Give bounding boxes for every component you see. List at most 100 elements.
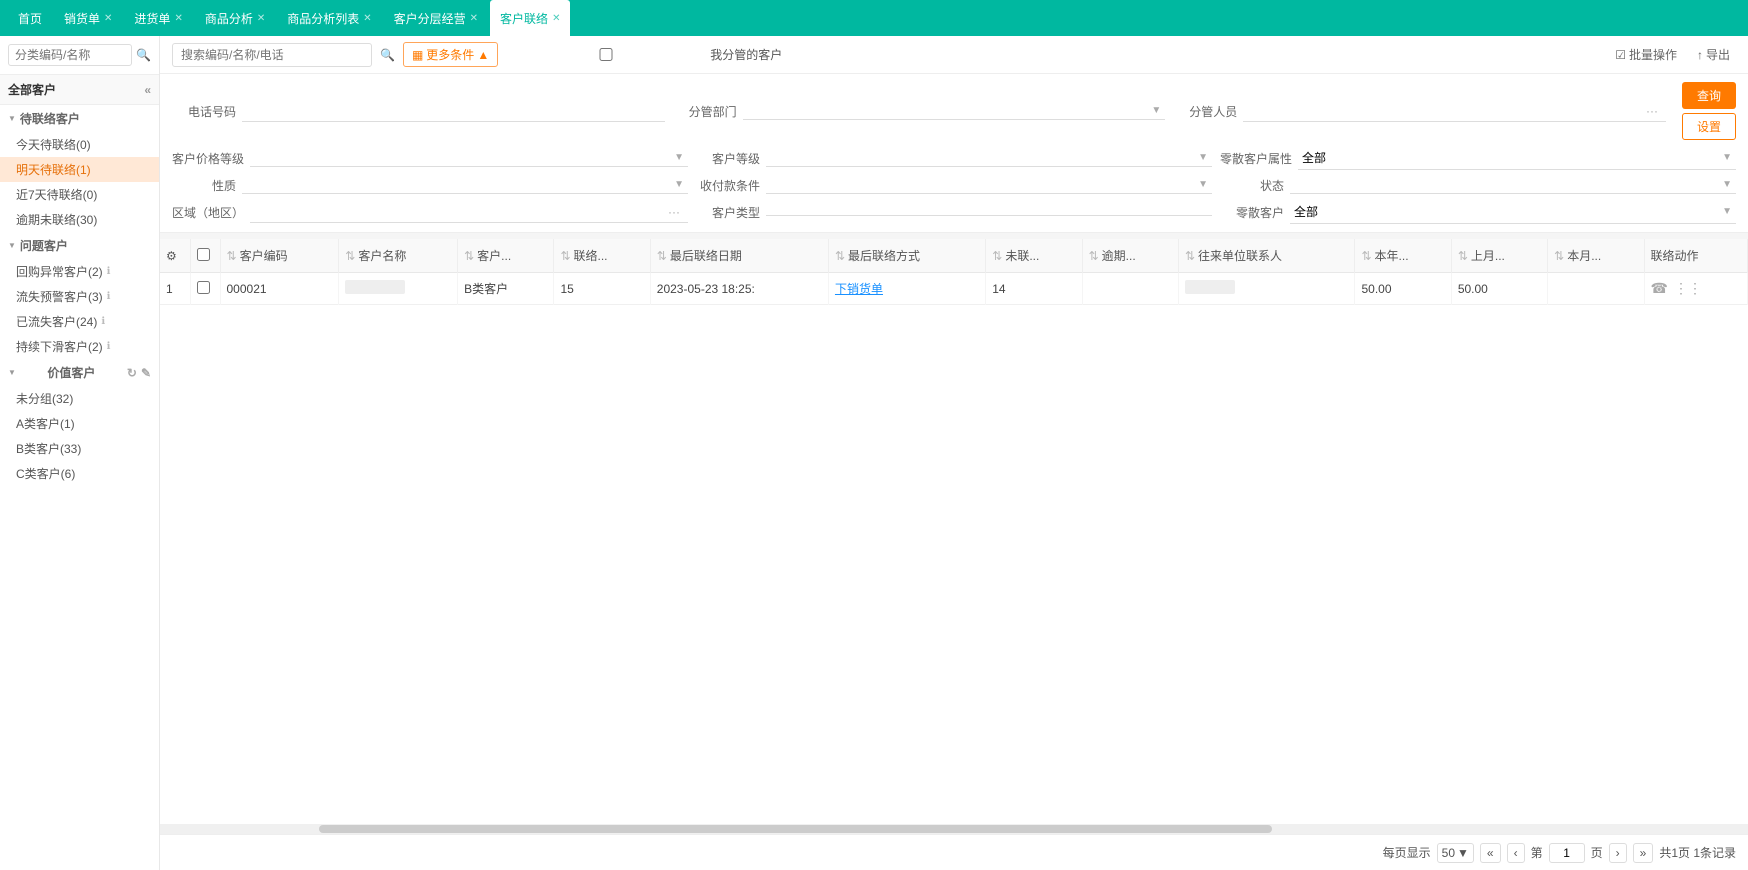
nav-item-customer-tier-label: 客户分层经营 (394, 10, 466, 27)
export-button[interactable]: ↑ 导出 (1691, 43, 1736, 66)
page-size-select[interactable]: 50 ▼ (1437, 843, 1474, 863)
nav-item-analysis-list-label: 商品分析列表 (287, 10, 359, 27)
sidebar-group-value: 价值客户 ↻ ✎ (0, 359, 159, 386)
nav-item-analysis-close[interactable]: ✕ (257, 13, 265, 24)
sidebar-item-today[interactable]: 今天待联络(0) (0, 132, 159, 157)
filter-price-level-label: 客户价格等级 (172, 150, 250, 167)
select-all-checkbox[interactable] (197, 248, 210, 261)
page-size-arrow: ▼ (1457, 846, 1469, 860)
filter-phone-input[interactable] (242, 101, 665, 122)
col-unit-contact: ⇅往来单位联系人 (1178, 239, 1355, 273)
help-icon-repurchase: ℹ (107, 266, 111, 277)
filter-customer-type: 客户类型 (696, 204, 1212, 221)
scrollbar-thumb[interactable] (319, 825, 1272, 833)
help-icon-churned: ℹ (101, 316, 105, 327)
nav-item-sales[interactable]: 销货单 ✕ (54, 0, 122, 36)
row-customer-name (339, 273, 458, 305)
search-button[interactable]: 🔍 (380, 48, 395, 62)
settings-cog-icon: ⚙ (166, 249, 177, 263)
sidebar-item-7days[interactable]: 近7天待联络(0) (0, 182, 159, 207)
sidebar-search-input[interactable] (8, 44, 132, 66)
filter-customer-type-label: 客户类型 (696, 204, 766, 221)
nav-item-customer-contact-label: 客户联络 (500, 10, 548, 27)
filter-status-select[interactable]: ▼ (1290, 176, 1736, 194)
nav-item-analysis-label: 商品分析 (205, 10, 253, 27)
query-button[interactable]: 查询 (1682, 82, 1736, 109)
filter-dept-label: 分管部门 (673, 103, 743, 120)
sidebar-search-icon[interactable]: 🔍 (136, 48, 151, 62)
row-last-contact-method[interactable]: 下销货单 (828, 273, 985, 305)
sort-icon: ⇅ (227, 249, 237, 263)
filter-customer-level-select[interactable]: ▼ (766, 149, 1212, 167)
nav-item-customer-tier[interactable]: 客户分层经营 ✕ (384, 0, 488, 36)
col-contact-count: ⇅联络... (554, 239, 650, 273)
sidebar-item-churned[interactable]: 已流失客户(24) ℹ (0, 309, 159, 334)
sidebar-item-class-c[interactable]: C类客户(6) (0, 461, 159, 486)
filter-row-4: 区域（地区） ··· 客户类型 零散客户 全部 ▼ (172, 200, 1736, 224)
sidebar-item-declining[interactable]: 持续下滑客户(2) ℹ (0, 334, 159, 359)
unit-contact-blur (1185, 280, 1235, 294)
row-more-icon[interactable]: ⋮⋮ (1674, 280, 1702, 297)
filter-retail-attr-select[interactable]: 全部 ▼ (1298, 146, 1736, 170)
filter-price-level-select[interactable]: ▼ (250, 149, 688, 167)
sidebar-item-repurchase-abnormal[interactable]: 回购异常客户(2) ℹ (0, 259, 159, 284)
filter-region-select[interactable]: ··· (250, 202, 688, 223)
last-contact-method-link[interactable]: 下销货单 (835, 282, 883, 296)
value-refresh-icon[interactable]: ↻ (127, 366, 137, 380)
filter-phone: 电话号码 (172, 101, 665, 122)
filter-retail-customer-select[interactable]: 全部 ▼ (1290, 200, 1736, 224)
row-action-buttons: ☎ ⋮⋮ (1651, 280, 1742, 297)
nav-item-analysis[interactable]: 商品分析 ✕ (195, 0, 275, 36)
last-page-button[interactable]: » (1633, 843, 1654, 863)
nav-item-customer-tier-close[interactable]: ✕ (470, 13, 478, 24)
col-checkbox[interactable] (190, 239, 220, 273)
sidebar-item-churn-warning[interactable]: 流失预警客户(3) ℹ (0, 284, 159, 309)
filter-payment-select[interactable]: ▼ (766, 176, 1212, 194)
value-edit-icon[interactable]: ✎ (141, 366, 151, 380)
manager-ellipsis[interactable]: ··· (1642, 104, 1662, 118)
nav-item-purchase[interactable]: 进货单 ✕ (124, 0, 192, 36)
sidebar-item-tomorrow[interactable]: 明天待联络(1) (0, 157, 159, 182)
more-filters-button[interactable]: ▦ 更多条件 ▲ (403, 42, 498, 67)
page-size-value: 50 (1442, 846, 1455, 860)
batch-action-label: 批量操作 (1629, 46, 1677, 63)
settings-button[interactable]: 设置 (1682, 113, 1736, 140)
sidebar-collapse-icon[interactable]: « (144, 83, 151, 97)
row-actions: ☎ ⋮⋮ (1644, 273, 1748, 305)
sidebar-item-class-b[interactable]: B类客户(33) (0, 436, 159, 461)
nav-item-customer-contact-close[interactable]: ✕ (552, 13, 560, 24)
nav-item-purchase-close[interactable]: ✕ (174, 13, 182, 24)
row-last-contact-date: 2023-05-23 18:25: (650, 273, 828, 305)
row-checkbox[interactable] (190, 273, 220, 305)
search-input[interactable] (172, 43, 372, 67)
col-this-year: ⇅本年... (1355, 239, 1451, 273)
next-page-button[interactable]: › (1609, 843, 1627, 863)
nav-item-sales-close[interactable]: ✕ (104, 13, 112, 24)
top-actions: ☑ 批量操作 ↑ 导出 (1609, 43, 1736, 66)
horizontal-scrollbar[interactable] (160, 824, 1748, 834)
col-settings[interactable]: ⚙ (160, 239, 190, 273)
sidebar-item-class-a[interactable]: A类客户(1) (0, 411, 159, 436)
row-contact-icon[interactable]: ☎ (1651, 280, 1668, 297)
page-number-input[interactable] (1549, 843, 1585, 863)
my-customers-checkbox-area[interactable]: 我分管的客户 (506, 46, 782, 63)
my-customers-checkbox[interactable] (506, 48, 706, 61)
filter-dept-select[interactable]: ▼ (743, 102, 1166, 120)
filter-nature-select[interactable]: ▼ (242, 176, 688, 194)
first-page-button[interactable]: « (1480, 843, 1501, 863)
batch-action-button[interactable]: ☑ 批量操作 (1609, 43, 1683, 66)
prev-page-button[interactable]: ‹ (1507, 843, 1525, 863)
nav-home[interactable]: 首页 (8, 0, 52, 36)
table-row: 1 000021 B类客户 15 2023-05-23 18:25: 下销货单 … (160, 273, 1748, 305)
export-icon: ↑ (1697, 48, 1703, 62)
nav-item-customer-contact[interactable]: 客户联络 ✕ (490, 0, 570, 36)
row-overdue (1082, 273, 1178, 305)
sidebar-item-ungrouped[interactable]: 未分组(32) (0, 386, 159, 411)
sidebar-item-overdue[interactable]: 逾期未联络(30) (0, 207, 159, 232)
filter-status: 状态 ▼ (1220, 176, 1736, 194)
region-ellipsis[interactable]: ··· (664, 205, 684, 219)
nav-item-analysis-list-close[interactable]: ✕ (363, 13, 371, 24)
filter-manager-select[interactable]: ··· (1243, 101, 1666, 122)
nav-item-analysis-list[interactable]: 商品分析列表 ✕ (277, 0, 381, 36)
filter-customer-type-select[interactable] (766, 209, 1212, 216)
